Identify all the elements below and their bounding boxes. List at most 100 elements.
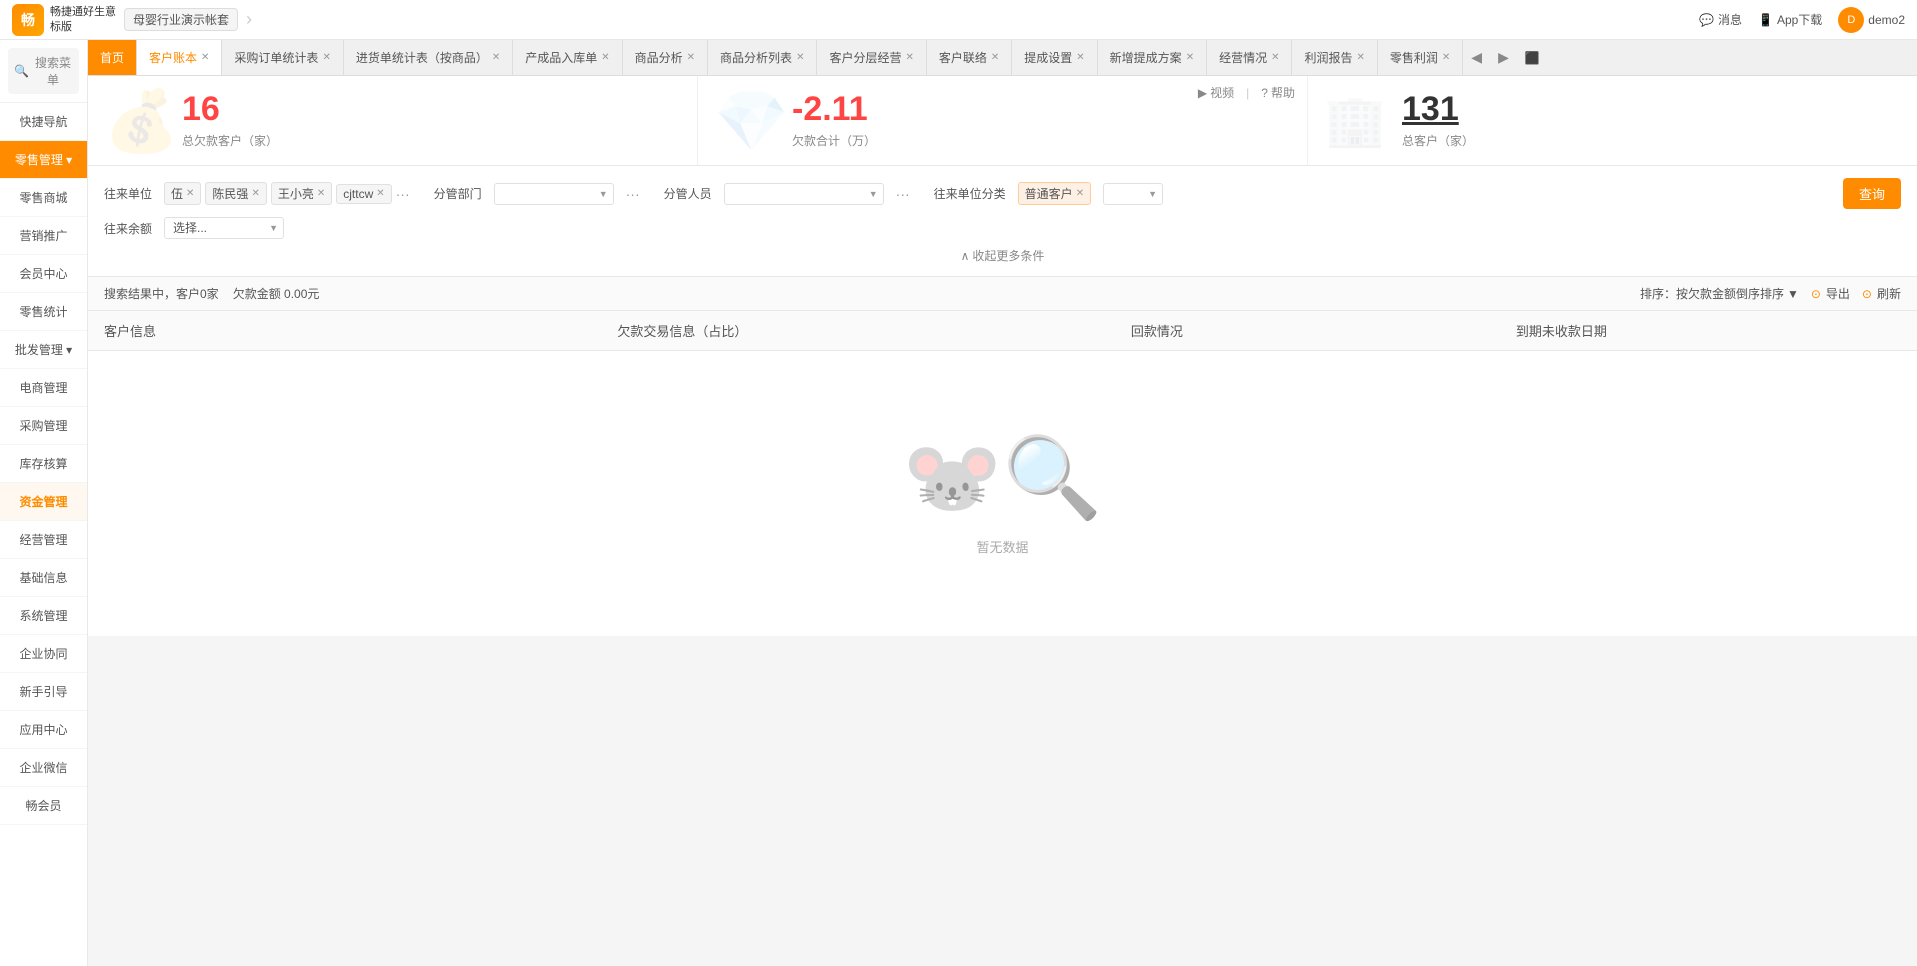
sidebar-item-finance[interactable]: 资金管理 bbox=[0, 483, 87, 521]
tab-close-icon[interactable]: ✕ bbox=[687, 52, 695, 63]
main-layout: 🔍 搜索菜单 快捷导航 零售管理 ▾ 零售商城 营销推广 会员中心 零售统计 批… bbox=[0, 40, 1917, 966]
person-select[interactable] bbox=[724, 183, 884, 205]
unit-class-tags: 普通客户 ✕ bbox=[1018, 182, 1091, 205]
tab-retail-profit[interactable]: 零售利润 ✕ bbox=[1378, 40, 1463, 75]
unit-tag-close-0[interactable]: ✕ bbox=[186, 188, 194, 199]
unit-tag-3[interactable]: cjttcw ✕ bbox=[336, 184, 391, 204]
sidebar-item-purchase[interactable]: 采购管理 bbox=[0, 407, 87, 445]
unit-class-tag-0[interactable]: 普通客户 ✕ bbox=[1018, 182, 1091, 205]
sidebar-item-inventory[interactable]: 库存核算 bbox=[0, 445, 87, 483]
sidebar-item-operations[interactable]: 经营管理 bbox=[0, 521, 87, 559]
sidebar-item-marketing[interactable]: 营销推广 bbox=[0, 217, 87, 255]
sidebar-item-enterprise[interactable]: 企业协同 bbox=[0, 635, 87, 673]
tab-close-icon[interactable]: ✕ bbox=[601, 52, 609, 63]
tab-inbound-stats[interactable]: 进货单统计表（按商品） ✕ bbox=[344, 40, 513, 75]
tab-close-icon[interactable]: ✕ bbox=[796, 52, 804, 63]
help-btn[interactable]: ? 帮助 bbox=[1261, 84, 1295, 101]
unit-class-select-wrap bbox=[1103, 183, 1163, 205]
unit-tag-close-3[interactable]: ✕ bbox=[376, 188, 384, 199]
stats-row: 💰 16 总欠款客户（家） 💎 -2.11 欠款合计（万） ▶ 视频 bbox=[88, 76, 1917, 166]
tab-close-icon[interactable]: ✕ bbox=[905, 52, 913, 63]
unit-class-label: 往来单位分类 bbox=[934, 185, 1006, 202]
search-menu-btn[interactable]: 🔍 搜索菜单 bbox=[8, 48, 79, 94]
user-menu[interactable]: D demo2 bbox=[1838, 7, 1905, 33]
debt-summary: 欠款金额 0.00元 bbox=[233, 285, 320, 302]
stat-debtors-label: 总欠款客户（家） bbox=[182, 132, 278, 149]
tab-customer-contact[interactable]: 客户联络 ✕ bbox=[927, 40, 1012, 75]
stat-debt-label: 欠款合计（万） bbox=[792, 132, 876, 149]
tab-close-icon[interactable]: ✕ bbox=[991, 52, 999, 63]
tab-product-inbound[interactable]: 产成品入库单 ✕ bbox=[513, 40, 622, 75]
dept-more-btn[interactable]: ··· bbox=[626, 186, 640, 202]
refresh-btn[interactable]: ⊙ 刷新 bbox=[1862, 285, 1901, 302]
header-left: 畅 畅捷通好生意 标版 母婴行业演示帐套 › bbox=[12, 4, 252, 36]
tab-close-icon[interactable]: ✕ bbox=[322, 52, 330, 63]
sidebar-item-wechat[interactable]: 企业微信 bbox=[0, 749, 87, 787]
sidebar-item-newbie[interactable]: 新手引导 bbox=[0, 673, 87, 711]
person-select-wrap bbox=[724, 183, 884, 205]
tab-close-icon[interactable]: ✕ bbox=[1076, 52, 1084, 63]
tab-close-icon[interactable]: ✕ bbox=[1271, 52, 1279, 63]
company-selector[interactable]: 母婴行业演示帐套 bbox=[124, 8, 238, 31]
message-icon: 💬 bbox=[1699, 13, 1714, 27]
sort-btn[interactable]: 排序：按欠款金额倒序排序 ▼ bbox=[1640, 285, 1799, 302]
tab-nav-prev[interactable]: ◀ bbox=[1463, 49, 1490, 66]
tab-customer-tier[interactable]: 客户分层经营 ✕ bbox=[817, 40, 926, 75]
results-right: 排序：按欠款金额倒序排序 ▼ ⊙ 导出 ⊙ 刷新 bbox=[1640, 285, 1901, 302]
balance-select[interactable]: 选择... bbox=[164, 217, 284, 239]
sidebar-item-quick-nav[interactable]: 快捷导航 bbox=[0, 103, 87, 141]
collapse-filter-btn[interactable]: ∧ 收起更多条件 bbox=[961, 247, 1045, 264]
export-btn[interactable]: ⊙ 导出 bbox=[1811, 285, 1850, 302]
unit-tag-2[interactable]: 王小亮 ✕ bbox=[271, 182, 332, 205]
unit-tag-1[interactable]: 陈民强 ✕ bbox=[205, 182, 266, 205]
query-button[interactable]: 查询 bbox=[1843, 178, 1901, 209]
unit-more-btn[interactable]: ··· bbox=[396, 186, 410, 202]
tab-boost-settings[interactable]: 提成设置 ✕ bbox=[1012, 40, 1097, 75]
message-btn[interactable]: 💬 消息 bbox=[1699, 11, 1742, 28]
content-area: 首页 客户账本 ✕ 采购订单统计表 ✕ 进货单统计表（按商品） ✕ 产成品入库单… bbox=[88, 40, 1917, 966]
unit-class-select[interactable] bbox=[1103, 183, 1163, 205]
tab-customer-account[interactable]: 客户账本 ✕ bbox=[137, 40, 222, 75]
tab-profit-report[interactable]: 利润报告 ✕ bbox=[1292, 40, 1377, 75]
unit-tag-close-2[interactable]: ✕ bbox=[317, 188, 325, 199]
sidebar-item-system[interactable]: 系统管理 bbox=[0, 597, 87, 635]
tab-purchase-order[interactable]: 采购订单统计表 ✕ bbox=[222, 40, 343, 75]
tab-new-boost[interactable]: 新增提成方案 ✕ bbox=[1098, 40, 1207, 75]
balance-select-wrap: 选择... bbox=[164, 217, 284, 239]
tab-close-icon[interactable]: ✕ bbox=[492, 52, 500, 63]
filter-row-1: 往来单位 伍 ✕ 陈民强 ✕ 王小亮 ✕ bbox=[104, 178, 1901, 209]
export-icon: ⊙ bbox=[1811, 287, 1821, 301]
unit-class-tag-close-0[interactable]: ✕ bbox=[1076, 188, 1084, 199]
video-btn[interactable]: ▶ 视频 bbox=[1198, 84, 1234, 101]
sidebar-item-member[interactable]: 会员中心 bbox=[0, 255, 87, 293]
tab-close-icon[interactable]: ✕ bbox=[1442, 52, 1450, 63]
sidebar-item-ecommerce[interactable]: 电商管理 bbox=[0, 369, 87, 407]
sidebar-item-retail-mall[interactable]: 零售商城 bbox=[0, 179, 87, 217]
refresh-icon: ⊙ bbox=[1862, 287, 1872, 301]
sidebar-item-wholesale[interactable]: 批发管理 ▾ bbox=[0, 331, 87, 369]
app-download-btn[interactable]: 📱 App下载 bbox=[1758, 11, 1822, 28]
tab-nav-maximize[interactable]: ⬛ bbox=[1517, 51, 1548, 65]
tab-close-icon[interactable]: ✕ bbox=[1357, 52, 1365, 63]
tab-product-analysis[interactable]: 商品分析 ✕ bbox=[623, 40, 708, 75]
dept-label: 分管部门 bbox=[434, 185, 482, 202]
empty-icon: 🐭🔍 bbox=[903, 431, 1102, 525]
unit-tag-0[interactable]: 伍 ✕ bbox=[164, 182, 201, 205]
tab-product-analysis-list[interactable]: 商品分析列表 ✕ bbox=[708, 40, 817, 75]
person-more-btn[interactable]: ··· bbox=[896, 186, 910, 202]
tab-close-icon[interactable]: ✕ bbox=[1186, 52, 1194, 63]
sidebar: 🔍 搜索菜单 快捷导航 零售管理 ▾ 零售商城 营销推广 会员中心 零售统计 批… bbox=[0, 40, 88, 966]
header-right: 💬 消息 📱 App下载 D demo2 bbox=[1699, 7, 1905, 33]
tab-close-icon[interactable]: ✕ bbox=[201, 52, 209, 63]
dept-select[interactable] bbox=[494, 183, 614, 205]
sidebar-item-retail[interactable]: 零售管理 ▾ bbox=[0, 141, 87, 179]
tab-operation[interactable]: 经营情况 ✕ bbox=[1207, 40, 1292, 75]
sidebar-item-app-center[interactable]: 应用中心 bbox=[0, 711, 87, 749]
unit-tag-close-1[interactable]: ✕ bbox=[251, 188, 259, 199]
sidebar-item-member-card[interactable]: 畅会员 bbox=[0, 787, 87, 825]
sidebar-item-retail-stats[interactable]: 零售统计 bbox=[0, 293, 87, 331]
tab-home[interactable]: 首页 bbox=[88, 40, 137, 75]
logo-text: 畅捷通好生意 标版 bbox=[50, 5, 116, 34]
sidebar-item-basic[interactable]: 基础信息 bbox=[0, 559, 87, 597]
tab-nav-next[interactable]: ▶ bbox=[1490, 49, 1517, 66]
